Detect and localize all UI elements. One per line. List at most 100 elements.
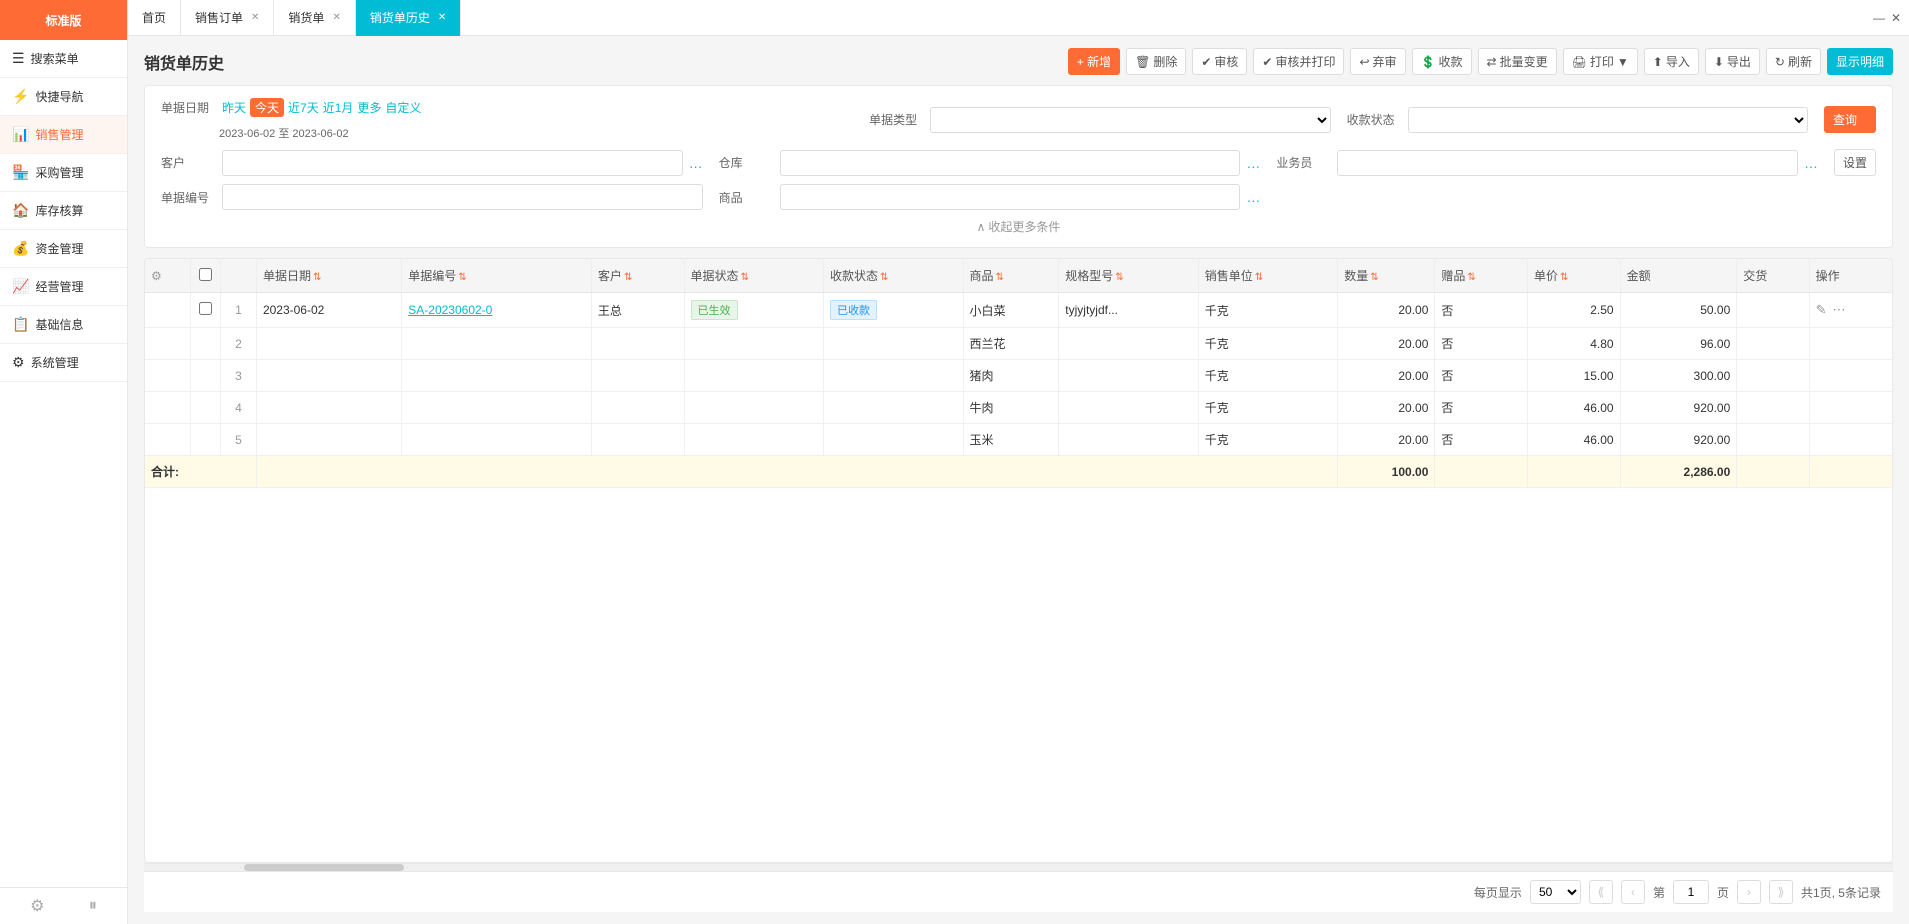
tab-sales-goods-close[interactable]: ✕ [332,12,340,23]
row-paymentstatus [824,392,964,424]
goods-input[interactable] [780,184,1241,210]
tab-sales-history[interactable]: 销货单历史 ✕ [356,0,461,36]
review-print-button[interactable]: ✔ 审核并打印 [1253,48,1344,75]
select-all-checkbox[interactable] [199,268,212,281]
payment-status-select[interactable] [1408,107,1808,133]
col-goods[interactable]: 商品⇅ [963,259,1059,293]
per-page-select[interactable]: 50 100 200 [1530,880,1581,904]
salesperson-more-btn[interactable]: … [1804,155,1818,171]
next-page-button[interactable]: › [1737,880,1761,904]
last-page-button[interactable]: ⟫ [1769,880,1793,904]
col-qty[interactable]: 数量⇅ [1338,259,1435,293]
show-detail-button[interactable]: 显示明细 [1827,48,1893,75]
goods-more-btn[interactable]: … [1246,189,1260,205]
shortcut-yesterday[interactable]: 昨天 [222,99,246,116]
col-date[interactable]: 单据日期⇅ [256,259,401,293]
import-icon: ⬆ [1653,55,1663,69]
doc-type-select[interactable] [930,107,1330,133]
tab-home[interactable]: 首页 [128,0,181,36]
edit-icon[interactable]: ✎ [1816,302,1827,318]
shortcut-today[interactable]: 今天 [250,98,284,117]
page-suffix: 页 [1717,884,1729,901]
print-dropdown-icon[interactable]: ▼ [1617,55,1629,69]
receive-button[interactable]: 💲 收款 [1412,48,1472,75]
doc-no-link[interactable]: SA-20230602-0 [408,303,492,317]
import-button[interactable]: ⬆ 导入 [1644,48,1699,75]
tab-sales-goods[interactable]: 销货单 ✕ [274,0,355,36]
first-page-button[interactable]: ⟪ [1589,880,1613,904]
review-button[interactable]: ✔ 审核 [1192,48,1247,75]
row-docstatus [684,328,824,360]
row-spec: tyjyjtyjdf... [1059,293,1199,328]
row-docstatus [684,424,824,456]
sidebar-item-operations[interactable]: 📈 经营管理 [0,268,127,306]
delete-button[interactable]: 🗑 删除 [1126,48,1186,75]
table-settings-icon[interactable]: ⚙ [151,269,162,283]
sidebar-item-basic-info[interactable]: 📋 基础信息 [0,306,127,344]
refresh-button[interactable]: ↻ 刷新 [1766,48,1821,75]
col-docno[interactable]: 单据编号⇅ [402,259,592,293]
customer-input[interactable] [222,150,683,176]
col-price[interactable]: 单价⇅ [1527,259,1620,293]
row-docno[interactable]: SA-20230602-0 [402,293,592,328]
shortcut-custom[interactable]: 自定义 [385,99,421,116]
col-gift[interactable]: 赠品⇅ [1435,259,1528,293]
shortcut-1month[interactable]: 近1月 [323,99,354,116]
tab-sales-order-close[interactable]: ✕ [251,12,259,23]
data-table-container: ⚙ 单据日期⇅ 单据编号⇅ 客户⇅ 单据状态⇅ 收款状态⇅ 商品⇅ 规格型号⇅ … [144,258,1893,863]
col-qty-label: 数量 [1344,269,1368,283]
abandon-button[interactable]: ↩ 弃审 [1350,48,1405,75]
salesperson-input[interactable] [1337,150,1798,176]
tab-sales-order[interactable]: 销售订单 ✕ [181,0,274,36]
window-controls: — ✕ [1873,11,1909,25]
row-settings [145,392,190,424]
scroll-thumb[interactable] [244,864,404,871]
sidebar-item-quick-nav[interactable]: ⚡ 快捷导航 [0,78,127,116]
col-docstatus[interactable]: 单据状态⇅ [684,259,824,293]
sidebar-item-label: 搜索菜单 [31,50,79,67]
col-transaction: 交货 [1737,259,1809,293]
shortcut-7days[interactable]: 近7天 [288,99,319,116]
page-input[interactable] [1673,880,1709,904]
sidebar-item-purchase-mgmt[interactable]: 🏪 采购管理 [0,154,127,192]
doc-number-input[interactable] [222,184,703,210]
more-icon[interactable]: ⋯ [1832,302,1845,318]
sidebar-pause-icon[interactable]: ⏸ [89,897,97,915]
page-label: 第 [1653,884,1665,901]
filter-settings-button[interactable]: 设置 [1834,149,1876,176]
sidebar-item-sales-mgmt[interactable]: 📊 销售管理 [0,116,127,154]
window-minimize-icon[interactable]: — [1873,11,1885,25]
horizontal-scrollbar[interactable] [144,863,1893,871]
sidebar-item-inventory[interactable]: 🏠 库存核算 [0,192,127,230]
sidebar-settings-icon[interactable]: ⚙ [30,896,44,916]
col-spec[interactable]: 规格型号⇅ [1059,259,1199,293]
warehouse-input[interactable] [780,150,1241,176]
col-unit[interactable]: 销售单位⇅ [1198,259,1338,293]
batch-change-button[interactable]: ⇄ 批量变更 [1478,48,1557,75]
window-close-icon[interactable]: ✕ [1891,11,1901,25]
sidebar-item-search-menu[interactable]: ☰ 搜索菜单 [0,40,127,78]
sidebar-item-finance[interactable]: 💰 资金管理 [0,230,127,268]
shortcut-more[interactable]: 更多 [357,99,381,116]
row-qty: 20.00 [1338,328,1435,360]
warehouse-more-btn[interactable]: … [1246,155,1260,171]
row-docno [402,360,592,392]
new-button[interactable]: + 新增 [1068,48,1120,75]
goods-label: 商品 [719,189,774,206]
customer-filter: 客户 … [161,150,703,176]
row-unit: 千克 [1198,328,1338,360]
prev-page-button[interactable]: ‹ [1621,880,1645,904]
tab-sales-history-close[interactable]: ✕ [438,12,446,23]
query-button[interactable]: 查询 [1824,106,1876,133]
customer-more-btn[interactable]: … [689,155,703,171]
sidebar-item-label: 经营管理 [35,278,83,295]
collapse-button[interactable]: ∧ 收起更多条件 [161,218,1876,235]
col-settings[interactable]: ⚙ [145,259,190,293]
sidebar-item-system[interactable]: ⚙ 系统管理 [0,344,127,382]
col-customer[interactable]: 客户⇅ [591,259,684,293]
print-button[interactable]: 🖨 打印 ▼ [1563,48,1638,75]
export-button[interactable]: ⬇ 导出 [1705,48,1760,75]
col-paymentstatus[interactable]: 收款状态⇅ [824,259,964,293]
collapse-label: 收起更多条件 [988,218,1060,235]
row-select-checkbox[interactable] [199,302,212,315]
